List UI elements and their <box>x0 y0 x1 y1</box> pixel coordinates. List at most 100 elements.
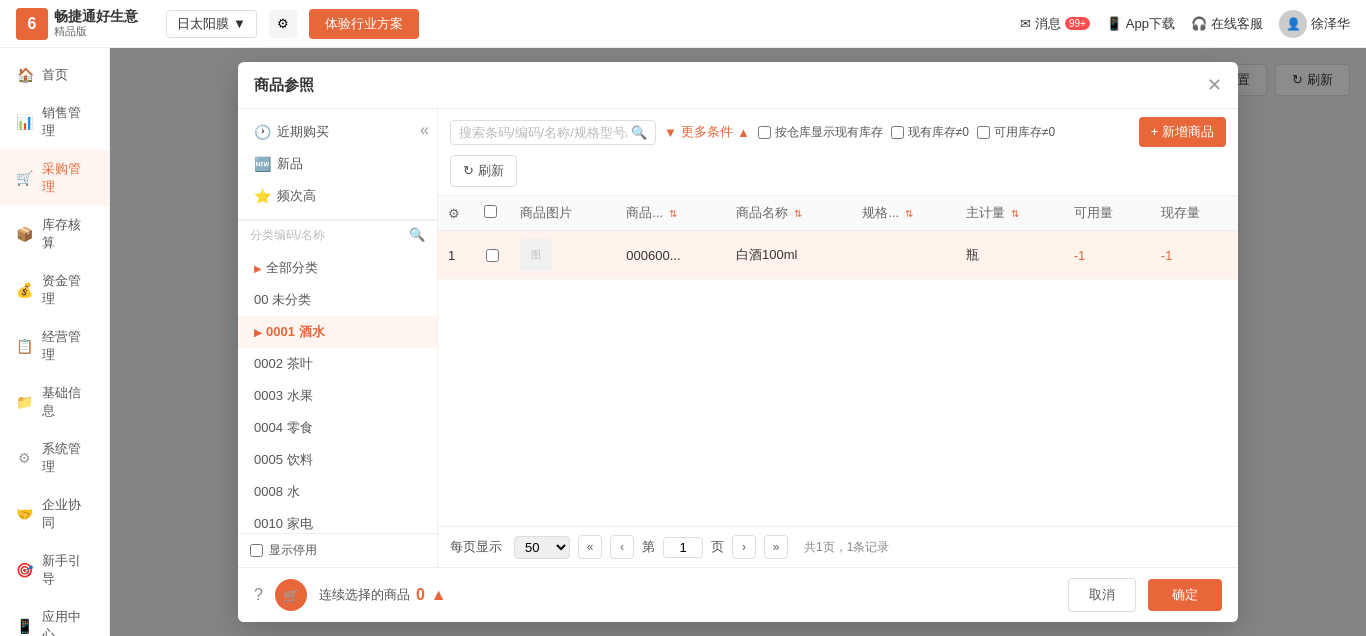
first-page-button[interactable]: « <box>578 535 602 559</box>
store-selector[interactable]: 日太阳膜 ▼ <box>166 10 257 38</box>
product-search-input[interactable] <box>459 125 627 140</box>
footer-collapse-icon[interactable]: ▲ <box>431 586 447 604</box>
main-layout: 🏠 首页 📊 销售管理 🛒 采购管理 📦 库存核算 💰 资金管理 📋 经营管理 … <box>0 48 1366 636</box>
refresh-button[interactable]: ↻ 刷新 <box>450 155 517 187</box>
basic-info-icon: 📁 <box>16 393 34 411</box>
category-list: ▶ 全部分类 00 未分类 ▶ 0001 酒水 0002 茶 <box>238 248 437 533</box>
prev-page-button[interactable]: ‹ <box>610 535 634 559</box>
last-page-button[interactable]: » <box>764 535 788 559</box>
th-code-label: 商品... <box>626 205 663 220</box>
th-spec-label: 规格... <box>862 205 899 220</box>
page-label-text: 第 <box>642 538 655 556</box>
th-spec[interactable]: 规格... ⇅ <box>852 196 956 231</box>
sidebar-item-inventory[interactable]: 📦 库存核算 <box>0 206 109 262</box>
more-conditions-arrow: ▲ <box>737 125 750 140</box>
cat-snacks-label: 0004 零食 <box>254 419 313 437</box>
cat-alcohol-label: 0001 酒水 <box>266 323 325 341</box>
product-table-body: 1 图 000600... 白 <box>438 231 1238 280</box>
select-all-checkbox[interactable] <box>484 205 497 218</box>
sidebar-item-finance-label: 资金管理 <box>42 272 93 308</box>
th-name[interactable]: 商品名称 ⇅ <box>726 196 852 231</box>
next-page-button[interactable]: › <box>732 535 756 559</box>
row-checkbox[interactable] <box>486 249 499 262</box>
modal-header: 商品参照 ✕ <box>238 62 1238 109</box>
category-item-fruit[interactable]: 0003 水果 <box>238 380 437 412</box>
online-service-button[interactable]: 🎧 在线客服 <box>1191 15 1263 33</box>
category-item-tea[interactable]: 0002 茶叶 <box>238 348 437 380</box>
category-item-beverages[interactable]: 0005 饮料 <box>238 444 437 476</box>
sort-unit-icon: ⇅ <box>1011 208 1019 219</box>
sidebar-item-operations-label: 经营管理 <box>42 328 93 364</box>
table-scroll-area[interactable]: ⚙ 商品图片 商品... <box>438 196 1238 456</box>
category-item-all[interactable]: ▶ 全部分类 <box>238 252 437 284</box>
th-unit[interactable]: 主计量 ⇅ <box>956 196 1063 231</box>
stock-nonzero-checkbox[interactable] <box>891 126 904 139</box>
table-settings-icon[interactable]: ⚙ <box>448 206 460 221</box>
th-checkbox <box>474 196 510 231</box>
sidebar-item-system[interactable]: ⚙ 系统管理 <box>0 430 109 486</box>
sort-name-icon: ⇅ <box>794 208 802 219</box>
app-download-button[interactable]: 📱 App下载 <box>1106 15 1175 33</box>
sidebar-item-purchase-label: 采购管理 <box>42 160 93 196</box>
category-item-alcohol[interactable]: ▶ 0001 酒水 <box>238 316 437 348</box>
purchase-icon: 🛒 <box>16 169 34 187</box>
cat-alcohol-arrow: ▶ <box>254 327 262 338</box>
experience-industry-button[interactable]: 体验行业方案 <box>309 9 419 39</box>
cell-image: 图 <box>510 231 616 280</box>
clock-icon: 🕐 <box>254 124 271 140</box>
cell-checkbox[interactable] <box>474 231 510 280</box>
sidebar-item-basic-info[interactable]: 📁 基础信息 <box>0 374 109 430</box>
continuous-label: 连续选择的商品 <box>319 586 410 604</box>
category-item-water[interactable]: 0008 水 <box>238 476 437 508</box>
page-number-input[interactable] <box>663 537 703 558</box>
category-search-input[interactable] <box>250 228 403 242</box>
confirm-button[interactable]: 确定 <box>1148 579 1222 611</box>
sidebar-item-system-label: 系统管理 <box>42 440 93 476</box>
message-button[interactable]: ✉ 消息 99+ <box>1020 15 1090 33</box>
search-bar: 🔍 ▼ 更多条件 ▲ 按仓库显示现有库存 <box>438 109 1238 196</box>
table-row[interactable]: 1 图 000600... 白 <box>438 231 1238 280</box>
left-panel-top: 🕐 近期购买 🆕 新品 ⭐ 频次高 <box>238 109 437 220</box>
help-icon[interactable]: ? <box>254 586 263 604</box>
modal-close-button[interactable]: ✕ <box>1207 74 1222 96</box>
sidebar-item-finance[interactable]: 💰 资金管理 <box>0 262 109 318</box>
sidebar-item-guide[interactable]: 🎯 新手引导 <box>0 542 109 598</box>
settings-gear-button[interactable]: ⚙ <box>269 10 297 38</box>
left-panel-collapse-button[interactable]: « <box>420 117 429 139</box>
user-area[interactable]: 👤 徐泽华 <box>1279 10 1350 38</box>
category-search-area: 🔍 <box>238 220 437 248</box>
warehouse-display-checkbox-wrap[interactable]: 按仓库显示现有库存 <box>758 124 883 141</box>
cancel-button[interactable]: 取消 <box>1068 578 1136 612</box>
per-page-select[interactable]: 50 100 200 <box>514 536 570 559</box>
cart-button[interactable]: 🛒 <box>275 579 307 611</box>
show-disabled-checkbox[interactable] <box>250 544 263 557</box>
add-product-button[interactable]: + 新增商品 <box>1139 117 1226 147</box>
stock-nonzero-checkbox-wrap[interactable]: 现有库存≠0 <box>891 124 969 141</box>
more-conditions-button[interactable]: ▼ 更多条件 ▲ <box>664 123 750 141</box>
new-products-item[interactable]: 🆕 新品 <box>246 149 420 179</box>
category-item-appliances[interactable]: 0010 家电 <box>238 508 437 533</box>
available-nonzero-checkbox[interactable] <box>977 126 990 139</box>
category-item-uncategorized[interactable]: 00 未分类 <box>238 284 437 316</box>
warehouse-display-checkbox[interactable] <box>758 126 771 139</box>
sidebar-item-purchase[interactable]: 🛒 采购管理 <box>0 150 109 206</box>
new-products-label: 新品 <box>277 155 303 173</box>
search-icon[interactable]: 🔍 <box>631 125 647 140</box>
recent-purchases-item[interactable]: 🕐 近期购买 <box>246 117 420 147</box>
headset-icon: 🎧 <box>1191 16 1207 31</box>
sidebar-item-app-center[interactable]: 📱 应用中心 <box>0 598 109 636</box>
available-nonzero-checkbox-wrap[interactable]: 可用库存≠0 <box>977 124 1055 141</box>
sidebar-item-collaboration[interactable]: 🤝 企业协同 <box>0 486 109 542</box>
category-search-icon[interactable]: 🔍 <box>409 227 425 242</box>
cat-water-label: 0008 水 <box>254 483 300 501</box>
th-code[interactable]: 商品... ⇅ <box>616 196 726 231</box>
sidebar-item-sales[interactable]: 📊 销售管理 <box>0 94 109 150</box>
sidebar-item-home[interactable]: 🏠 首页 <box>0 56 109 94</box>
pagination-bar: 每页显示 50 100 200 « ‹ 第 页 › <box>438 526 1238 567</box>
category-item-snacks[interactable]: 0004 零食 <box>238 412 437 444</box>
high-frequency-item[interactable]: ⭐ 频次高 <box>246 181 420 211</box>
system-icon: ⚙ <box>16 449 34 467</box>
logo-icon: 6 <box>16 8 48 40</box>
sidebar-item-operations[interactable]: 📋 经营管理 <box>0 318 109 374</box>
left-panel: 🕐 近期购买 🆕 新品 ⭐ 频次高 <box>238 109 438 567</box>
